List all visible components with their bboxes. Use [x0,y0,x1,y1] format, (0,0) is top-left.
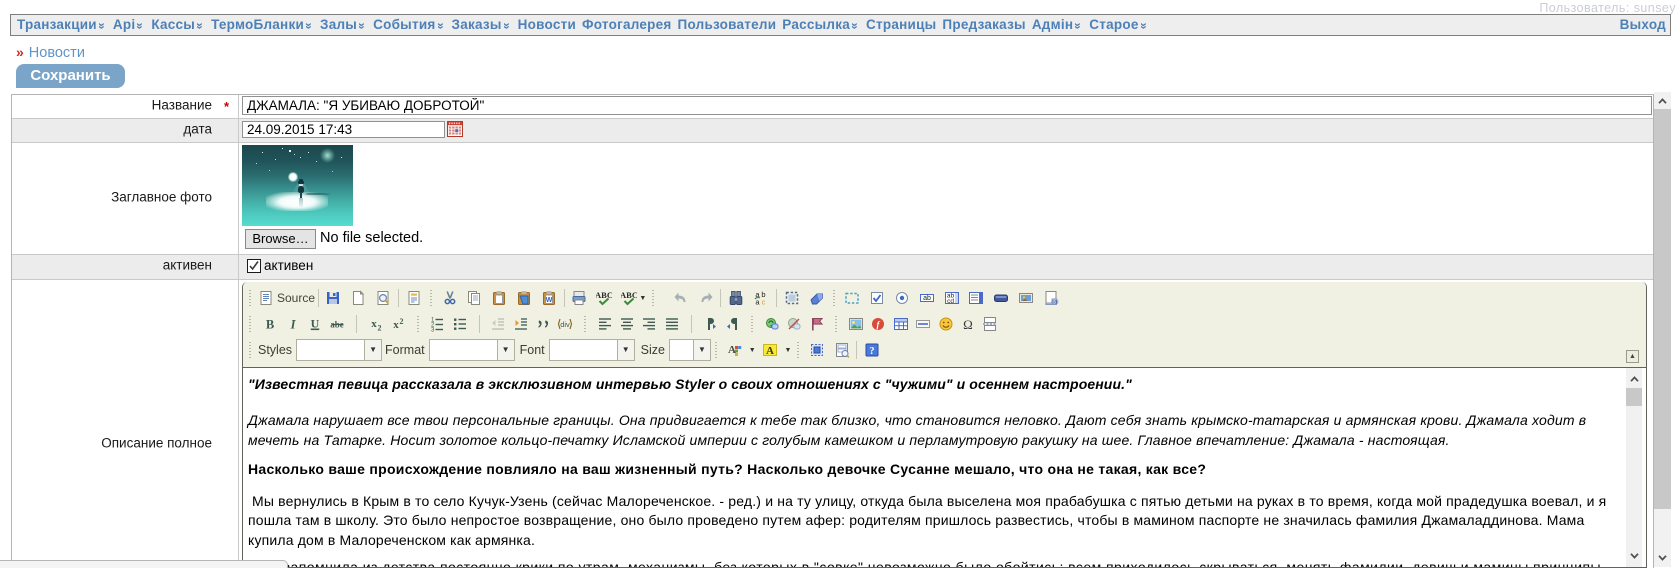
svg-text:W: W [545,297,552,304]
svg-text:A: A [766,345,774,357]
svg-text:x: x [371,318,377,330]
svg-text:B: B [266,318,274,332]
svg-text:2: 2 [400,317,404,326]
svg-text:ab: ab [923,295,931,302]
svg-text:A: A [728,344,736,356]
svg-text:U: U [311,317,320,331]
svg-text:cal: cal [1051,300,1058,306]
svg-text:cd: cd [947,298,954,305]
svg-text:Ω: Ω [963,317,973,332]
svg-text:I: I [289,318,296,332]
svg-text:c: c [762,298,766,307]
svg-text:2: 2 [377,324,381,333]
svg-text:div: div [561,320,571,329]
svg-text:3: 3 [431,328,435,333]
svg-text:ABC: ABC [621,290,637,300]
svg-text:x: x [393,319,399,331]
svg-text:?: ? [870,346,875,357]
svg-text:a: a [755,298,760,307]
svg-text:ABC: ABC [596,290,612,300]
